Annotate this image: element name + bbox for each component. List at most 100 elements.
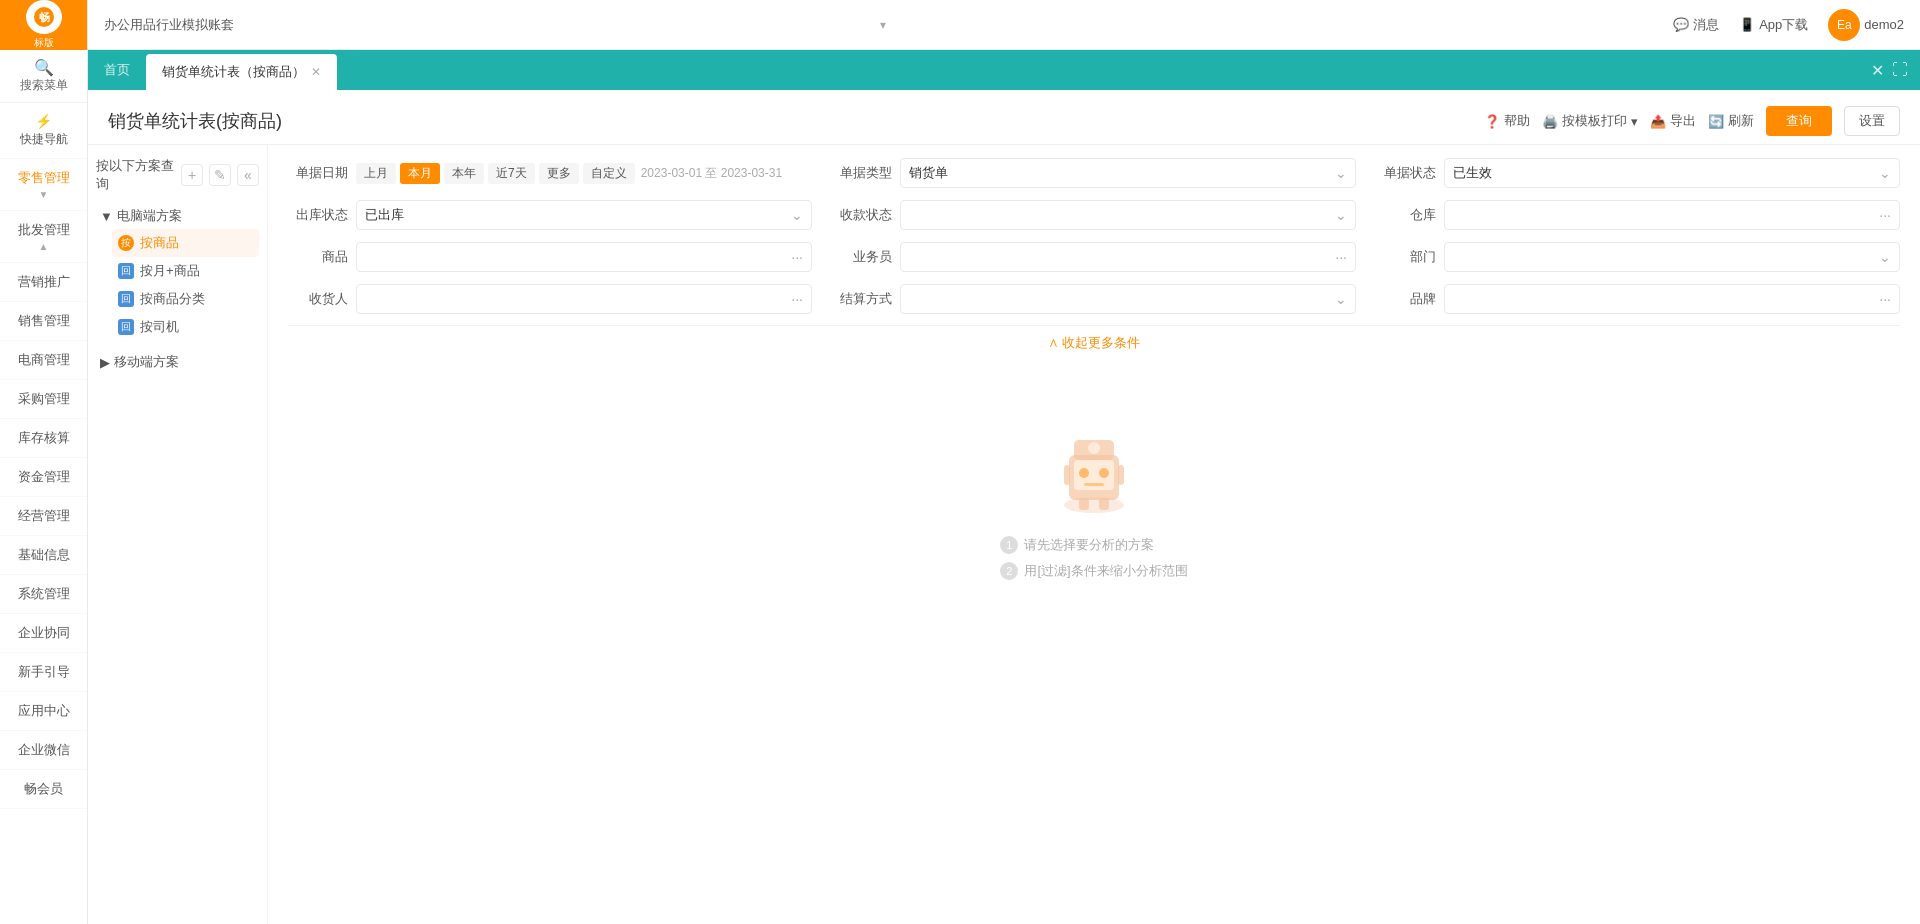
message-btn[interactable]: 💬 消息 [1673, 16, 1719, 34]
goods-input[interactable] [356, 242, 812, 272]
sidebar-nav-marketing[interactable]: 营销推广 [0, 263, 87, 302]
date-tag-7days[interactable]: 近7天 [488, 163, 535, 184]
settings-button[interactable]: 设置 [1844, 106, 1900, 136]
app-subtitle: 标版 [34, 36, 54, 50]
payment-status-select[interactable] [900, 200, 1356, 230]
by-month-goods-icon: 回 [118, 263, 134, 279]
filter-item-doc-status: 单据状态 已生效 [1376, 157, 1900, 189]
date-label: 单据日期 [288, 164, 348, 182]
date-tag-last-month[interactable]: 上月 [356, 163, 396, 184]
by-goods-cat-icon: 回 [118, 291, 134, 307]
basic-label: 基础信息 [18, 546, 70, 564]
date-tag-this-month[interactable]: 本月 [400, 163, 440, 184]
sidebar-nav-guide[interactable]: 新手引导 [0, 653, 87, 692]
svg-rect-9 [1118, 465, 1124, 485]
operations-label: 经营管理 [18, 507, 70, 525]
finance-label: 资金管理 [18, 468, 70, 486]
filter-row-4: 收货人 结算方式 [288, 283, 1900, 315]
out-status-select[interactable]: 已出库 [356, 200, 812, 230]
tree-expand-icon: ▼ [100, 209, 113, 224]
retail-expand-icon: ▼ [39, 189, 49, 200]
tab-stats[interactable]: 销货单统计表（按商品） ✕ [146, 54, 337, 90]
sidebar-nav-member[interactable]: 畅会员 [0, 770, 87, 809]
out-status-label: 出库状态 [288, 206, 348, 224]
sidebar-nav-basic[interactable]: 基础信息 [0, 536, 87, 575]
payment-method-label: 结算方式 [832, 290, 892, 308]
edit-scheme-btn[interactable]: ✎ [209, 164, 231, 186]
payment-method-select[interactable] [900, 284, 1356, 314]
brand-label: 品牌 [1376, 290, 1436, 308]
tree-section-pc: ▼ 电脑端方案 按 按商品 回 按月+商品 回 [96, 203, 259, 341]
doc-status-select[interactable]: 已生效 [1444, 158, 1900, 188]
sidebar-search[interactable]: 🔍 帮助 搜索菜单 [0, 50, 87, 103]
date-range-value: 2023-03-01 至 2023-03-31 [641, 165, 782, 182]
tab-close-all-icon[interactable]: ✕ [1871, 61, 1884, 80]
brand-input[interactable] [1444, 284, 1900, 314]
date-tag-custom[interactable]: 自定义 [583, 163, 635, 184]
svg-text:畅: 畅 [38, 11, 49, 23]
sidebar-nav-operations[interactable]: 经营管理 [0, 497, 87, 536]
tree-parent-mobile[interactable]: ▶ 移动端方案 [96, 349, 259, 375]
retail-label: 零售管理 [18, 169, 70, 187]
sidebar-nav-ecom[interactable]: 电商管理 [0, 341, 87, 380]
sidebar-nav-finance[interactable]: 资金管理 [0, 458, 87, 497]
sidebar-nav-apps[interactable]: 应用中心 [0, 692, 87, 731]
user-menu[interactable]: Ea demo2 [1828, 9, 1904, 41]
filter-row-3: 商品 业务员 [288, 241, 1900, 273]
sidebar-nav-quick[interactable]: ⚡ 快捷导航 [0, 103, 87, 159]
empty-tip-1: 1 请先选择要分析的方案 [1000, 536, 1187, 554]
sidebar-nav-inventory[interactable]: 库存核算 [0, 419, 87, 458]
app-download-btn[interactable]: 📱 App下载 [1739, 16, 1808, 34]
sidebar-nav-purchase[interactable]: 采购管理 [0, 380, 87, 419]
dept-label: 部门 [1376, 248, 1436, 266]
tab-maximize-icon[interactable]: ⛶ [1892, 61, 1908, 79]
empty-state: 1 请先选择要分析的方案 2 用[过滤]条件来缩小分析范围 [288, 360, 1900, 640]
export-btn[interactable]: 📤 导出 [1650, 112, 1696, 130]
date-tag-this-year[interactable]: 本年 [444, 163, 484, 184]
doc-status-label: 单据状态 [1376, 164, 1436, 182]
message-icon: 💬 [1673, 17, 1689, 32]
collapse-panel-btn[interactable]: « [237, 164, 259, 186]
help-btn[interactable]: ❓ 帮助 [1484, 112, 1530, 130]
warehouse-input[interactable] [1444, 200, 1900, 230]
tab-home-label: 首页 [104, 61, 130, 79]
template-print-btn[interactable]: 🖨️ 按模板打印 ▾ [1542, 112, 1638, 130]
sidebar-nav-collab[interactable]: 企业协同 [0, 614, 87, 653]
sidebar-nav-system[interactable]: 系统管理 [0, 575, 87, 614]
tree-children-pc: 按 按商品 回 按月+商品 回 按商品分类 回 [96, 229, 259, 341]
sidebar-nav-wholesale[interactable]: 批发管理 ▲ [0, 211, 87, 263]
left-panel-title: 按以下方案查询 [96, 157, 181, 193]
sidebar-nav-retail[interactable]: 零售管理 ▼ [0, 159, 87, 211]
sidebar-nav-sales[interactable]: 销售管理 [0, 302, 87, 341]
date-tag-more[interactable]: 更多 [539, 163, 579, 184]
tabbar: 首页 销货单统计表（按商品） ✕ ✕ ⛶ [88, 50, 1920, 90]
by-goods-label: 按商品 [140, 234, 179, 252]
refresh-label: 刷新 [1728, 112, 1754, 130]
filter-item-brand: 品牌 [1376, 283, 1900, 315]
workspace-dropdown[interactable]: ▾ [880, 18, 886, 32]
doc-status-value: 已生效 [1453, 164, 1492, 182]
export-icon: 📤 [1650, 114, 1666, 129]
tree-parent-pc[interactable]: ▼ 电脑端方案 [96, 203, 259, 229]
refresh-btn[interactable]: 🔄 刷新 [1708, 112, 1754, 130]
salesman-input[interactable] [900, 242, 1356, 272]
tree-child-by-goods[interactable]: 按 按商品 [112, 229, 259, 257]
by-warehouse-icon: 回 [118, 319, 134, 335]
tree-child-by-warehouse[interactable]: 回 按司机 [112, 313, 259, 341]
filter-item-dept: 部门 [1376, 241, 1900, 273]
page-actions: ❓ 帮助 🖨️ 按模板打印 ▾ 📤 导出 🔄 刷新 查询 设置 [1484, 106, 1900, 136]
collapse-conditions-btn[interactable]: ∧ 收起更多条件 [288, 325, 1900, 360]
out-status-value: 已出库 [365, 206, 404, 224]
svg-rect-11 [1099, 498, 1109, 510]
add-scheme-btn[interactable]: + [181, 164, 203, 186]
tree-child-by-goods-cat[interactable]: 回 按商品分类 [112, 285, 259, 313]
sidebar-nav-wechat[interactable]: 企业微信 [0, 731, 87, 770]
dept-select[interactable] [1444, 242, 1900, 272]
tab-home[interactable]: 首页 [88, 50, 146, 90]
tab-close-icon[interactable]: ✕ [311, 65, 321, 79]
by-warehouse-label: 按司机 [140, 318, 179, 336]
doc-type-select[interactable]: 销货单 [900, 158, 1356, 188]
query-button[interactable]: 查询 [1766, 106, 1832, 136]
receiver-input[interactable] [356, 284, 812, 314]
tree-child-by-month-goods[interactable]: 回 按月+商品 [112, 257, 259, 285]
